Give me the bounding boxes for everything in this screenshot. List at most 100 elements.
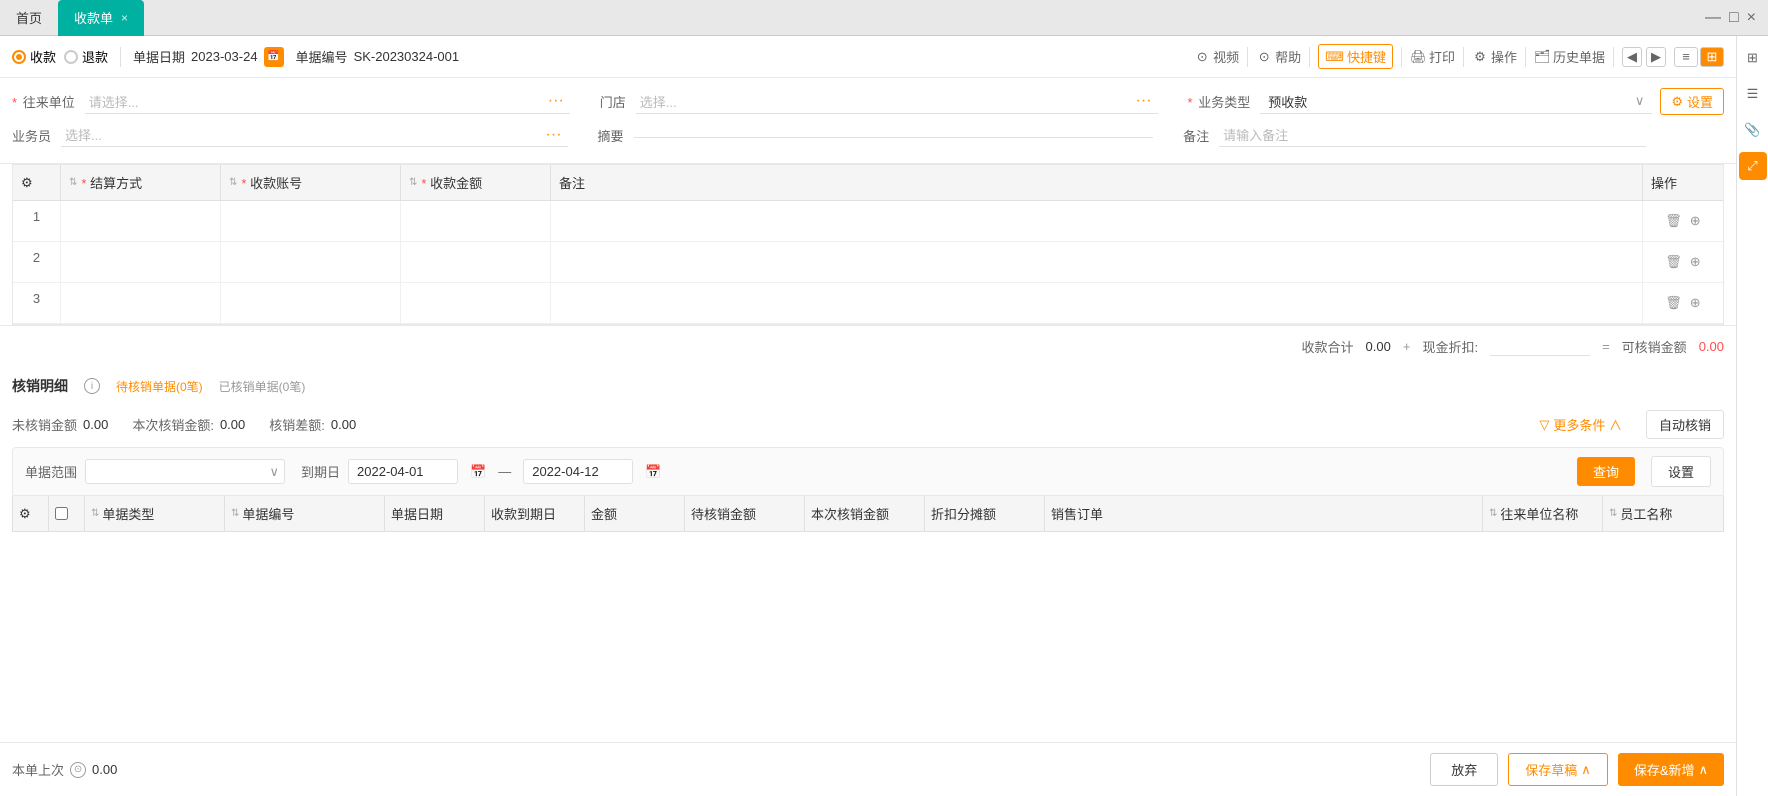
filter-settings-btn[interactable]: 设置 bbox=[1651, 456, 1711, 487]
row-3-delete[interactable]: 🗑 bbox=[1665, 295, 1682, 311]
row-2-remark[interactable] bbox=[551, 242, 1643, 282]
salesperson-ellipsis[interactable]: ··· bbox=[544, 126, 564, 144]
tab-receipt[interactable]: 收款单 × bbox=[58, 0, 144, 36]
row-3-num: 3 bbox=[13, 283, 61, 323]
video-btn[interactable]: ⊙ 视频 bbox=[1194, 47, 1239, 66]
sort-account: ⇅ bbox=[229, 177, 237, 188]
row-2-delete[interactable]: 🗑 bbox=[1665, 254, 1682, 270]
row-2-copy[interactable]: ⊕ bbox=[1690, 254, 1701, 270]
row-1-amount[interactable] bbox=[401, 201, 551, 241]
nav-next[interactable]: ▶ bbox=[1646, 47, 1666, 67]
abandon-btn[interactable]: 放弃 bbox=[1430, 753, 1498, 786]
calendar-icon-end[interactable]: 📅 bbox=[645, 464, 661, 480]
settings-icon: ⚙ bbox=[1671, 94, 1683, 110]
summary-input-wrap[interactable] bbox=[634, 133, 1154, 138]
refund-radio[interactable]: 退款 bbox=[64, 47, 108, 66]
tab-receipt-close[interactable]: × bbox=[121, 11, 128, 25]
row-2-account[interactable] bbox=[221, 242, 401, 282]
row-3-remark[interactable] bbox=[551, 283, 1643, 323]
close-icon[interactable]: × bbox=[1747, 9, 1756, 27]
done-tag[interactable]: 已核销单据(0笔) bbox=[219, 378, 306, 395]
divider-v4 bbox=[1401, 47, 1402, 67]
row-2-settlement[interactable] bbox=[61, 242, 221, 282]
th-gear[interactable]: ⚙ bbox=[13, 165, 61, 200]
table-row: 3 🗑 ⊕ bbox=[13, 283, 1723, 324]
writeoff-stats: 未核销金额 0.00 本次核销金额: 0.00 核销差额: 0.00 ▽ 更多条… bbox=[12, 404, 1724, 447]
store-input-wrap[interactable]: 选择... ··· bbox=[636, 90, 1158, 114]
bottom-table-header: ⚙ ⇅ 单据类型 ⇅ 单据编号 单据日期 收款到期日 bbox=[12, 496, 1724, 532]
calendar-icon-start[interactable]: 📅 bbox=[470, 464, 486, 480]
discount-label: 现金折扣: bbox=[1422, 337, 1478, 356]
store-ellipsis[interactable]: ··· bbox=[1134, 92, 1154, 110]
view-list-btn[interactable]: ≡ bbox=[1674, 47, 1698, 67]
row-3-account[interactable] bbox=[221, 283, 401, 323]
sidebar-clip-icon[interactable]: 📎 bbox=[1739, 116, 1767, 144]
operation-btn[interactable]: ⚙ 操作 bbox=[1472, 47, 1517, 66]
tab-bar: 首页 收款单 × — □ × bbox=[0, 0, 1768, 36]
footer-info: 本单上次 ⊙ 0.00 bbox=[12, 760, 117, 779]
th-settlement-label: * 结算方式 bbox=[81, 173, 142, 192]
bth-current: 本次核销金额 bbox=[805, 496, 925, 531]
due-date-start[interactable] bbox=[348, 459, 458, 484]
settings-button[interactable]: ⚙ 设置 bbox=[1660, 88, 1724, 115]
row-1-account[interactable] bbox=[221, 201, 401, 241]
per-order-info-icon[interactable]: ⊙ bbox=[70, 762, 86, 778]
row-3-amount[interactable] bbox=[401, 283, 551, 323]
discount-input[interactable] bbox=[1490, 336, 1590, 356]
calendar-icon[interactable]: 📅 bbox=[264, 47, 284, 67]
sort-employee: ⇅ bbox=[1609, 508, 1617, 519]
query-btn[interactable]: 查询 bbox=[1577, 457, 1635, 486]
business-type-required: * bbox=[1188, 95, 1193, 110]
pending-tag[interactable]: 待核销单据(0笔) bbox=[116, 378, 203, 395]
nav-prev[interactable]: ◀ bbox=[1622, 47, 1642, 67]
bth-type: ⇅ 单据类型 bbox=[85, 496, 225, 531]
sort-amount: ⇅ bbox=[409, 177, 417, 188]
counterpart-input-wrap[interactable]: 请选择... ··· bbox=[85, 90, 570, 114]
sidebar-list-icon[interactable]: ☰ bbox=[1739, 80, 1767, 108]
due-date-end[interactable] bbox=[523, 459, 633, 484]
business-type-wrap[interactable]: 预收款 ∨ bbox=[1260, 90, 1652, 114]
range-select[interactable] bbox=[85, 459, 285, 484]
row-3-settlement[interactable] bbox=[61, 283, 221, 323]
select-all-checkbox[interactable] bbox=[55, 507, 68, 520]
help-btn[interactable]: ⊙ 帮助 bbox=[1256, 47, 1301, 66]
draft-btn[interactable]: 保存草稿 ∧ bbox=[1508, 753, 1608, 786]
th-remark-label: 备注 bbox=[559, 173, 585, 192]
counterpart-ellipsis[interactable]: ··· bbox=[546, 92, 566, 110]
filter-icon: ▽ bbox=[1539, 417, 1549, 433]
print-btn[interactable]: 🖨 打印 bbox=[1410, 47, 1455, 66]
row-1-remark[interactable] bbox=[551, 201, 1643, 241]
row-1-delete[interactable]: 🗑 bbox=[1665, 213, 1682, 229]
row-2-amount[interactable] bbox=[401, 242, 551, 282]
save-btn[interactable]: 保存&新增 ∧ bbox=[1618, 753, 1724, 786]
salesperson-placeholder: 选择... bbox=[65, 125, 544, 144]
bth-amount-label: 金额 bbox=[591, 504, 617, 523]
bth-gear[interactable]: ⚙ bbox=[13, 496, 49, 531]
th-amount-label: * 收款金额 bbox=[421, 173, 482, 192]
number-value: SK-20230324-001 bbox=[354, 49, 460, 64]
row-3-copy[interactable]: ⊕ bbox=[1690, 295, 1701, 311]
bth-pending-label: 待核销金额 bbox=[691, 504, 756, 523]
writeoff-info-icon[interactable]: i bbox=[84, 378, 100, 394]
history-btn[interactable]: 🗂 历史单据 bbox=[1534, 47, 1605, 66]
range-select-wrap: ∨ bbox=[85, 459, 285, 484]
minimize-icon[interactable]: — bbox=[1705, 9, 1721, 27]
receipt-radio[interactable]: 收款 bbox=[12, 47, 56, 66]
more-conditions-btn[interactable]: ▽ 更多条件 ∧ bbox=[1539, 415, 1622, 434]
salesperson-input-wrap[interactable]: 选择... ··· bbox=[61, 123, 568, 147]
shortcut-btn[interactable]: ⌨ 快捷键 bbox=[1318, 44, 1393, 69]
tab-home[interactable]: 首页 bbox=[0, 0, 58, 36]
footer: 本单上次 ⊙ 0.00 放弃 保存草稿 ∧ 保存&新增 ∧ bbox=[0, 742, 1736, 796]
restore-icon[interactable]: □ bbox=[1729, 9, 1739, 27]
th-account: ⇅ * 收款账号 bbox=[221, 165, 401, 200]
date-separator: — bbox=[494, 464, 515, 479]
auto-writeoff-btn[interactable]: 自动核销 bbox=[1646, 410, 1724, 439]
row-2-num: 2 bbox=[13, 242, 61, 282]
row-1-copy[interactable]: ⊕ bbox=[1690, 213, 1701, 229]
sidebar-expand-icon[interactable]: ⤢ bbox=[1739, 152, 1767, 180]
remark-field: 备注 请输入备注 bbox=[1183, 123, 1646, 147]
view-grid-btn[interactable]: ⊞ bbox=[1700, 47, 1724, 67]
remark-input-wrap[interactable]: 请输入备注 bbox=[1219, 123, 1646, 147]
row-1-settlement[interactable] bbox=[61, 201, 221, 241]
sidebar-table-icon[interactable]: ⊞ bbox=[1739, 44, 1767, 72]
